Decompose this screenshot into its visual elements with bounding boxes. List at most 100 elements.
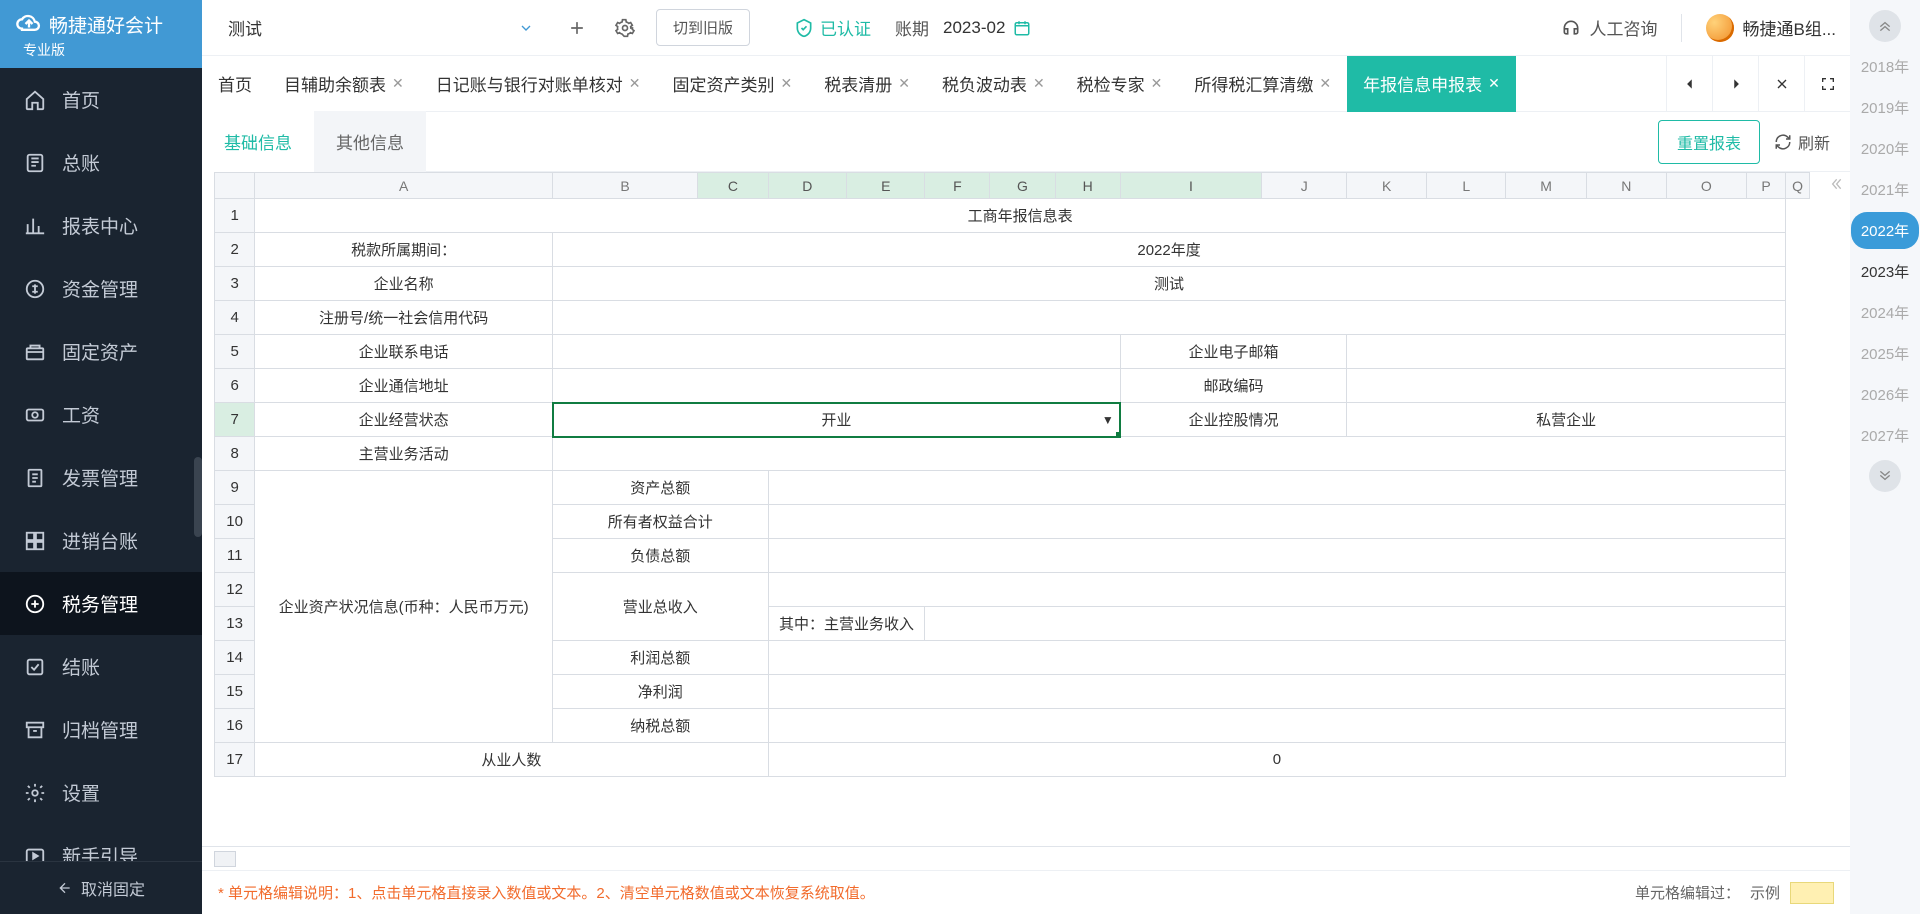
tab-7[interactable]: 所得税汇算清缴✕ [1178,56,1347,112]
net-profit-value[interactable] [768,675,1786,709]
tabs-fullscreen[interactable] [1804,56,1850,112]
year-2021年[interactable]: 2021年 [1851,171,1919,208]
col-header-O[interactable]: O [1666,173,1746,199]
year-2023年[interactable]: 2023年 [1851,253,1919,290]
status-dropdown[interactable]: 开业▼ [553,403,1121,437]
tabs-close[interactable] [1758,56,1804,112]
close-icon[interactable]: ✕ [1033,75,1045,92]
sidebar-item-2[interactable]: 报表中心 [0,194,202,257]
add-button[interactable] [560,11,594,45]
year-2027年[interactable]: 2027年 [1851,417,1919,454]
col-header-L[interactable]: L [1427,173,1506,199]
profit-value[interactable] [768,641,1786,675]
year-2024年[interactable]: 2024年 [1851,294,1919,331]
user-menu[interactable]: 畅捷通B组... [1706,14,1836,42]
total-assets-value[interactable] [768,471,1786,505]
support-button[interactable]: 人工咨询 [1561,15,1657,40]
row-header-8[interactable]: 8 [215,437,255,471]
address-value[interactable] [553,369,1121,403]
sidebar-item-8[interactable]: 税务管理 [0,572,202,635]
tax-total-value[interactable] [768,709,1786,743]
col-header-D[interactable]: D [768,173,846,199]
sidebar-item-0[interactable]: 首页 [0,68,202,131]
select-all-corner[interactable] [215,173,255,199]
close-icon[interactable]: ✕ [629,75,641,92]
tab-8[interactable]: 年报信息申报表✕ [1347,56,1516,112]
reg-code-value[interactable] [553,301,1786,335]
holding-value[interactable]: 私营企业 [1347,403,1786,437]
close-icon[interactable]: ✕ [780,75,792,92]
subtab-1[interactable]: 其他信息 [314,111,426,172]
tab-6[interactable]: 税检专家✕ [1061,56,1179,112]
refresh-button[interactable]: 刷新 [1774,130,1830,154]
col-header-Q[interactable]: Q [1786,173,1810,199]
row-header-10[interactable]: 10 [215,505,255,539]
collapse-panel-button[interactable] [1822,172,1850,846]
period-value-cell[interactable]: 2022年度 [553,233,1786,267]
year-2025年[interactable]: 2025年 [1851,335,1919,372]
sidebar-item-3[interactable]: 资金管理 [0,257,202,320]
tab-2[interactable]: 日记账与银行对账单核对✕ [420,56,657,112]
sidebar-item-12[interactable]: 新手引导 [0,824,202,861]
main-revenue-value[interactable] [925,607,1786,641]
spreadsheet[interactable]: ABCDEFGHIJKLMNOPQ 1工商年报信息表2税款所属期间：2022年度… [214,172,1810,777]
year-up-button[interactable] [1869,10,1901,42]
year-2018年[interactable]: 2018年 [1851,48,1919,85]
liabilities-value[interactable] [768,539,1786,573]
col-header-E[interactable]: E [847,173,925,199]
col-header-I[interactable]: I [1120,173,1261,199]
row-header-12[interactable]: 12 [215,573,255,607]
sidebar-item-7[interactable]: 进销台账 [0,509,202,572]
equity-value[interactable] [768,505,1786,539]
row-header-14[interactable]: 14 [215,641,255,675]
sidebar-item-5[interactable]: 工资 [0,383,202,446]
sidebar-item-6[interactable]: 发票管理 [0,446,202,509]
close-icon[interactable]: ✕ [1319,75,1331,92]
sidebar-item-11[interactable]: 设置 [0,761,202,824]
year-down-button[interactable] [1869,460,1901,492]
row-header-6[interactable]: 6 [215,369,255,403]
sidebar-scrollbar[interactable] [194,457,202,537]
row-header-13[interactable]: 13 [215,607,255,641]
hscroll-left-btn[interactable] [214,851,236,867]
horizontal-scrollbar[interactable] [202,846,1850,870]
row-header-3[interactable]: 3 [215,267,255,301]
row-header-17[interactable]: 17 [215,743,255,777]
row-header-11[interactable]: 11 [215,539,255,573]
col-header-C[interactable]: C [698,173,768,199]
row-header-2[interactable]: 2 [215,233,255,267]
year-2022年[interactable]: 2022年 [1851,212,1919,249]
col-header-K[interactable]: K [1347,173,1427,199]
row-header-4[interactable]: 4 [215,301,255,335]
tab-3[interactable]: 固定资产类别✕ [656,56,808,112]
unpin-button[interactable]: 取消固定 [0,861,202,914]
settings-button[interactable] [608,11,642,45]
col-header-A[interactable]: A [255,173,553,199]
close-icon[interactable]: ✕ [898,75,910,92]
year-2019年[interactable]: 2019年 [1851,89,1919,126]
sidebar-item-4[interactable]: 固定资产 [0,320,202,383]
tabs-prev[interactable] [1666,56,1712,112]
close-icon[interactable]: ✕ [1151,75,1163,92]
col-header-P[interactable]: P [1746,173,1785,199]
tab-0[interactable]: 首页 [202,56,268,112]
row-header-1[interactable]: 1 [215,199,255,233]
sidebar-item-1[interactable]: 总账 [0,131,202,194]
company-select[interactable]: 测试 [216,9,546,47]
col-header-F[interactable]: F [925,173,990,199]
row-header-7[interactable]: 7 [215,403,255,437]
year-2020年[interactable]: 2020年 [1851,130,1919,167]
row-header-9[interactable]: 9 [215,471,255,505]
company-name-value[interactable]: 测试 [553,267,1786,301]
column-headers[interactable]: ABCDEFGHIJKLMNOPQ [215,173,1810,199]
phone-value[interactable] [553,335,1121,369]
sidebar-item-10[interactable]: 归档管理 [0,698,202,761]
col-header-B[interactable]: B [553,173,698,199]
col-header-H[interactable]: H [1055,173,1120,199]
row-header-16[interactable]: 16 [215,709,255,743]
reset-report-button[interactable]: 重置报表 [1658,120,1760,164]
period-picker[interactable]: 2023-02 [943,18,1031,38]
close-icon[interactable]: ✕ [392,75,404,92]
sheet-scroll[interactable]: ABCDEFGHIJKLMNOPQ 1工商年报信息表2税款所属期间：2022年度… [202,172,1822,846]
subtab-0[interactable]: 基础信息 [202,111,314,172]
